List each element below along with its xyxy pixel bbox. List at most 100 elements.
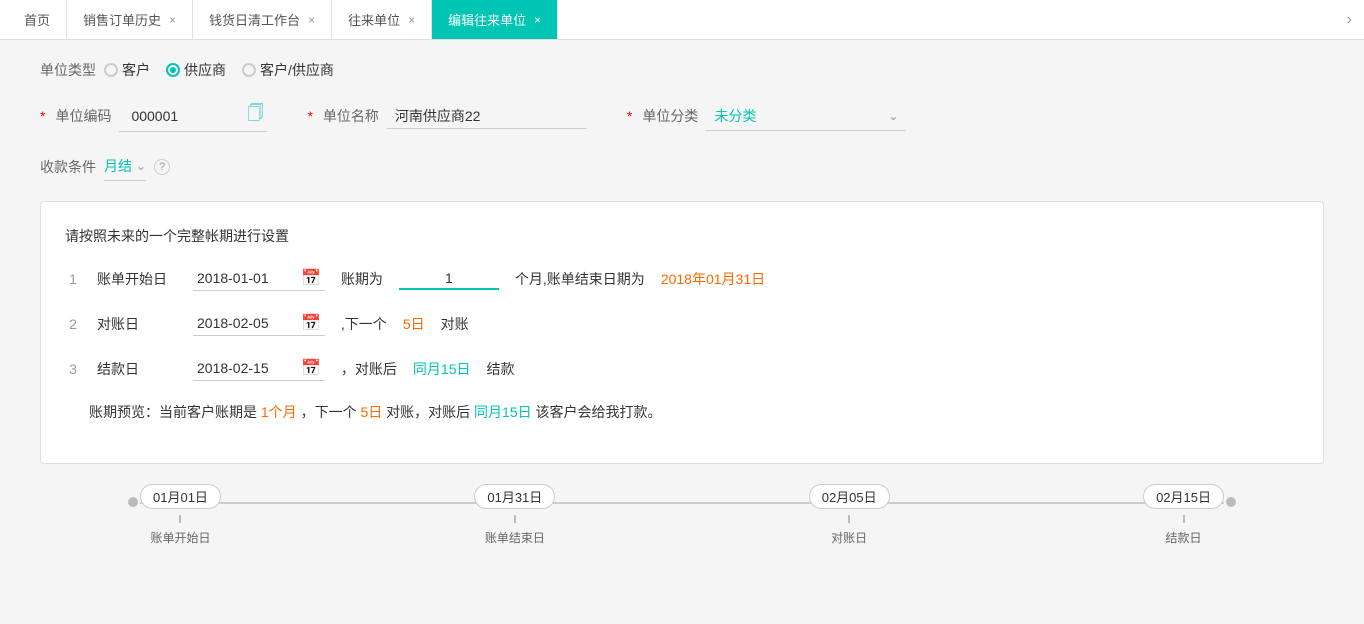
preview-section: 账期预览：当前客户账期是 1个月 ，下一个 5日 对账，对账后 同月15日 该客… xyxy=(65,401,1299,439)
period-date-2: 📅 xyxy=(193,311,325,336)
tab-cash-workbench[interactable]: 钱货日清工作台 × xyxy=(193,0,332,39)
payment-terms-label: 收款条件 xyxy=(40,157,96,177)
timeline-sub-3: 对账日 xyxy=(831,529,867,546)
unit-type-label: 单位类型 xyxy=(40,60,96,80)
period-date-input-2[interactable] xyxy=(197,315,297,331)
period-highlight-2: 5日 xyxy=(403,314,425,334)
period-date-3: 📅 xyxy=(193,356,325,381)
radio-customer[interactable]: 客户 xyxy=(104,60,150,80)
timeline-sub-4: 结款日 xyxy=(1166,529,1202,546)
unit-code-icon[interactable]: 🗍 xyxy=(247,102,263,129)
unit-code-required: * xyxy=(40,108,45,124)
unit-type-row: 单位类型 客户 供应商 客户/供应商 xyxy=(40,60,1324,80)
unit-name-label: 单位名称 xyxy=(323,106,379,126)
tab-sales-history[interactable]: 销售订单历史 × xyxy=(67,0,193,39)
tab-edit-partner[interactable]: 编辑往来单位 × xyxy=(432,0,558,39)
unit-category-value: 未分类 xyxy=(714,106,888,126)
tab-cash-workbench-close[interactable]: × xyxy=(308,13,315,27)
period-label-2: 对账日 xyxy=(97,314,177,334)
preview-part3: 同月15日 xyxy=(474,404,532,420)
period-row-2: 2 对账日 📅 ,下一个 5日 对账 xyxy=(65,311,1299,336)
timeline-tick-2 xyxy=(514,515,516,523)
period-end-date-1: 2018年01月31日 xyxy=(661,269,765,289)
period-date-input-3[interactable] xyxy=(197,360,297,376)
period-unit-text-1: 个月,账单结束日期为 xyxy=(515,269,645,289)
period-date-input-1[interactable] xyxy=(197,270,297,286)
preview-mid1: ，下一个 xyxy=(301,404,357,420)
radio-supplier-circle xyxy=(166,63,180,77)
preview-part1: 1个月 xyxy=(261,404,297,420)
tab-partner-units-label: 往来单位 xyxy=(348,10,400,29)
timeline-section: 01月01日 账单开始日 01月31日 账单结束日 02月05日 对账日 xyxy=(40,484,1324,604)
period-calendar-icon-1[interactable]: 📅 xyxy=(301,268,321,288)
tab-home[interactable]: 首页 xyxy=(8,0,67,39)
period-suffix-3b: 结款 xyxy=(487,359,515,379)
radio-customer-supplier-circle xyxy=(242,63,256,77)
timeline-label-1: 01月01日 xyxy=(140,484,221,509)
period-calendar-icon-2[interactable]: 📅 xyxy=(301,313,321,333)
unit-type-group: 单位类型 客户 供应商 客户/供应商 xyxy=(40,60,334,80)
unit-type-radio-group: 客户 供应商 客户/供应商 xyxy=(104,60,334,80)
preview-mid2: 对账，对账后 xyxy=(386,404,470,420)
timeline-tick-3 xyxy=(848,515,850,523)
timeline-wrapper: 01月01日 账单开始日 01月31日 账单结束日 02月05日 对账日 xyxy=(80,484,1284,564)
payment-terms-value: 月结 xyxy=(104,156,132,176)
tab-home-label: 首页 xyxy=(24,10,50,29)
payment-terms-arrow: ⌄ xyxy=(136,159,146,173)
timeline-point-4: 02月15日 结款日 xyxy=(1143,484,1224,546)
tab-expand-button[interactable]: › xyxy=(1335,0,1364,39)
radio-supplier-label: 供应商 xyxy=(184,60,226,80)
timeline-sub-1: 账单开始日 xyxy=(150,529,210,546)
tab-partner-units-close[interactable]: × xyxy=(408,13,415,27)
payment-terms-help[interactable]: ? xyxy=(154,159,170,175)
period-num-2: 2 xyxy=(65,316,81,332)
preview-text: 账期预览：当前客户账期是 1个月 ，下一个 5日 对账，对账后 同月15日 该客… xyxy=(89,404,662,420)
timeline-point-1: 01月01日 账单开始日 xyxy=(140,484,221,546)
period-highlight-3: 同月15日 xyxy=(413,359,471,379)
tab-sales-history-close[interactable]: × xyxy=(169,13,176,27)
radio-supplier[interactable]: 供应商 xyxy=(166,60,226,80)
unit-category-required: * xyxy=(627,108,632,124)
unit-code-group: * 单位编码 🗍 xyxy=(40,100,267,132)
unit-category-group: * 单位分类 未分类 ⌄ xyxy=(627,102,906,131)
radio-customer-circle xyxy=(104,63,118,77)
timeline-point-3: 02月05日 对账日 xyxy=(809,484,890,546)
period-row-3: 3 结款日 📅 ，对账后 同月15日 结款 xyxy=(65,356,1299,381)
period-suffix-3a: ，对账后 xyxy=(341,359,397,379)
unit-name-required: * xyxy=(307,108,312,124)
period-date-1: 📅 xyxy=(193,266,325,291)
unit-code-input[interactable] xyxy=(123,104,243,128)
period-months-input[interactable] xyxy=(399,268,499,290)
period-label-3: 结款日 xyxy=(97,359,177,379)
radio-customer-supplier-label: 客户/供应商 xyxy=(260,60,334,80)
period-suffix-2b: 对账 xyxy=(441,314,469,334)
period-label-1: 账单开始日 xyxy=(97,269,177,289)
tab-partner-units[interactable]: 往来单位 × xyxy=(332,0,432,39)
unit-name-group: * 单位名称 xyxy=(307,104,586,129)
payment-terms-select[interactable]: 月结 ⌄ xyxy=(104,152,146,181)
tab-cash-workbench-label: 钱货日清工作台 xyxy=(209,10,300,29)
unit-info-row: * 单位编码 🗍 * 单位名称 * 单位分类 未分类 ⌄ xyxy=(40,100,1324,132)
timeline-tick-4 xyxy=(1183,515,1185,523)
unit-category-label: 单位分类 xyxy=(642,106,698,126)
payment-terms-group: 收款条件 月结 ⌄ ? xyxy=(40,152,170,181)
unit-category-arrow: ⌄ xyxy=(888,109,898,123)
tab-bar: 首页 销售订单历史 × 钱货日清工作台 × 往来单位 × 编辑往来单位 × › xyxy=(0,0,1364,40)
preview-suffix: 该客户会给我打款。 xyxy=(536,404,662,420)
payment-terms-row: 收款条件 月结 ⌄ ? xyxy=(40,152,1324,181)
radio-customer-supplier[interactable]: 客户/供应商 xyxy=(242,60,334,80)
unit-name-input[interactable] xyxy=(387,104,587,129)
unit-code-input-wrapper: 🗍 xyxy=(119,100,267,132)
timeline-label-4: 02月15日 xyxy=(1143,484,1224,509)
timeline-label-3: 02月05日 xyxy=(809,484,890,509)
main-content: 单位类型 客户 供应商 客户/供应商 * 单位编码 xyxy=(0,40,1364,624)
period-calendar-icon-3[interactable]: 📅 xyxy=(301,358,321,378)
period-mid-text-1: 账期为 xyxy=(341,269,383,289)
tab-edit-partner-close[interactable]: × xyxy=(534,13,541,27)
period-settings-card: 请按照未来的一个完整帐期进行设置 1 账单开始日 📅 账期为 个月,账单结束日期… xyxy=(40,201,1324,464)
timeline-tick-1 xyxy=(179,515,181,523)
unit-category-select[interactable]: 未分类 ⌄ xyxy=(706,102,906,131)
tab-edit-partner-label: 编辑往来单位 xyxy=(448,10,526,29)
tab-sales-history-label: 销售订单历史 xyxy=(83,10,161,29)
timeline-label-2: 01月31日 xyxy=(474,484,555,509)
